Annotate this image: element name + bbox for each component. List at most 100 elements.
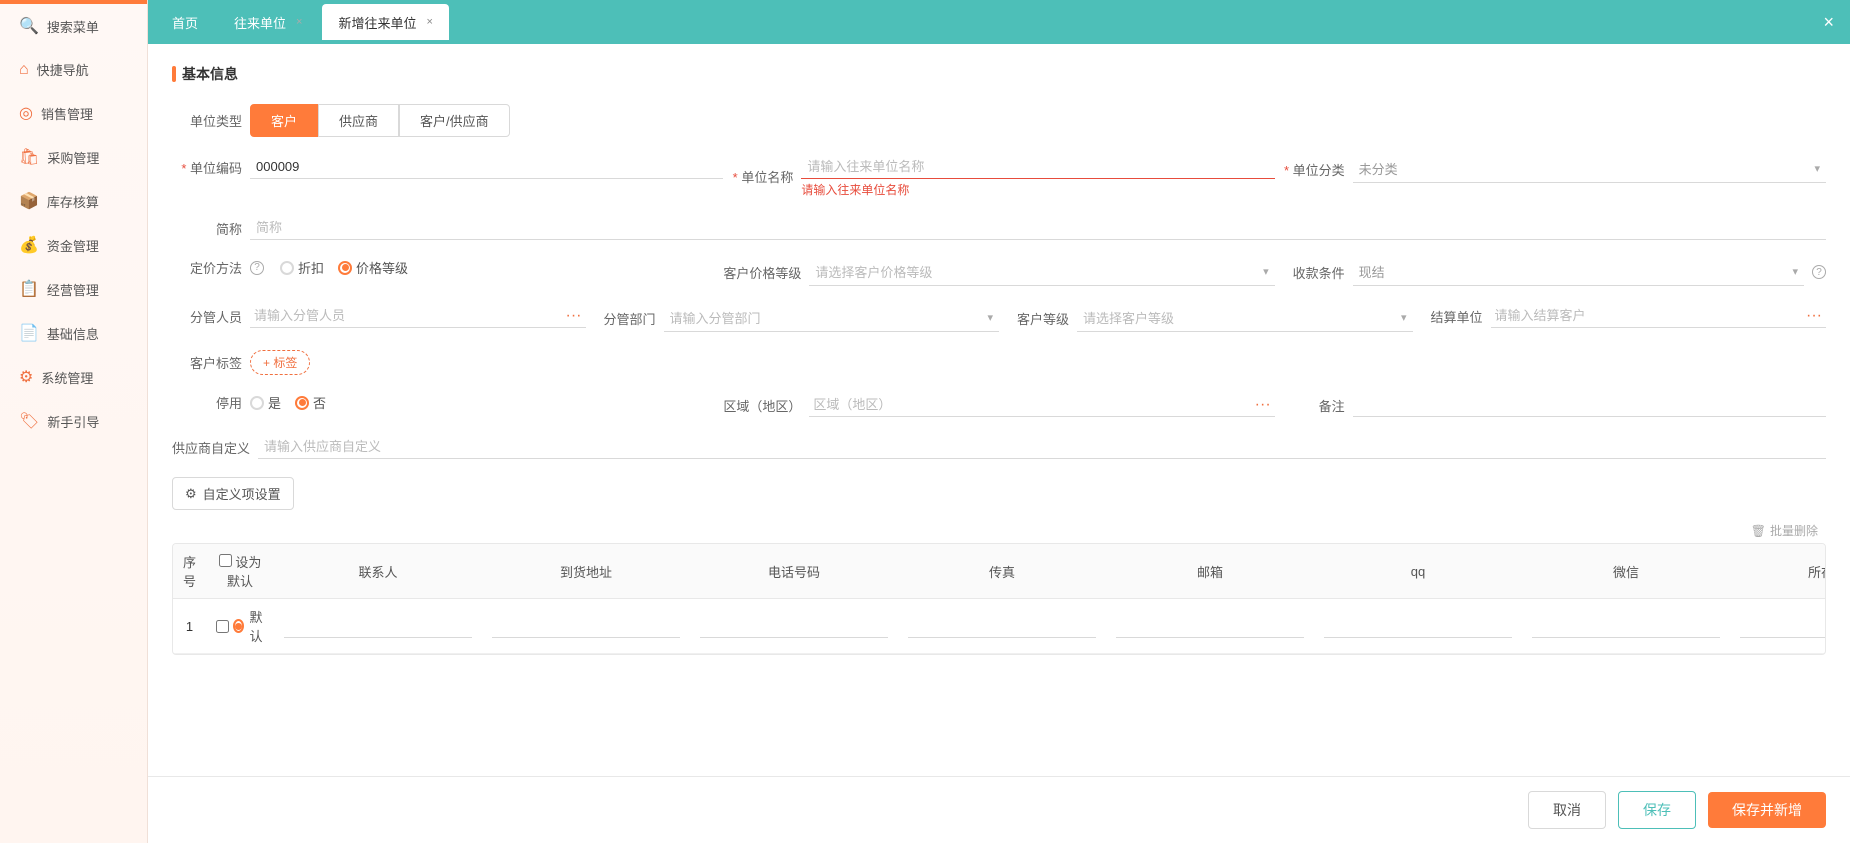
batch-delete-icon: 🗑 [1751,524,1766,538]
gear-icon: ⚙ [185,486,197,502]
table-row: 1 默认 [173,599,1826,654]
customer-price-arrow: ▾ [1263,265,1269,278]
inventory-icon: 📦 [19,191,39,211]
region-table-input[interactable] [1740,614,1826,638]
unit-type-field: 单位类型 客户 供应商 客户/供应商 [172,104,1826,137]
payment-select[interactable]: 现结 ▾ [1353,258,1804,286]
contacts-table: 序号 设为默认 联系人 到货地址 电话号码 传真 邮箱 qq 微信 所在地区 操… [173,544,1826,654]
supervisor-input[interactable] [250,304,562,327]
sidebar-item-label: 新手引导 [47,412,99,431]
customer-price-label: 客户价格等级 [723,263,801,282]
supervisor-dots-btn[interactable]: ··· [562,307,586,325]
qq-input[interactable] [1324,614,1512,638]
supplier-custom-field: 供应商自定义 [172,435,1826,459]
sidebar-item-operations[interactable]: 📋 经营管理 [0,267,147,311]
remark-input[interactable] [1353,393,1826,417]
sidebar-item-system[interactable]: ⚙ 系统管理 [0,355,147,399]
pricing-radio-level[interactable]: 价格等级 [338,258,408,277]
unit-type-label: 单位类型 [172,111,242,130]
wechat-input[interactable] [1532,614,1720,638]
phone-input[interactable] [700,614,888,638]
tab-new-partner[interactable]: 新增往来单位 × [322,4,448,40]
settlement-dots-btn[interactable]: ··· [1802,307,1826,325]
main-area: 首页 往来单位 × 新增往来单位 × × 基本信息 单位类型 客户 供应商 客户… [148,0,1850,843]
payment-label: 收款条件 [1275,263,1345,282]
guide-icon: 🏷 [19,411,39,431]
cell-phone [690,599,898,654]
sidebar-item-search[interactable]: 🔍 搜索菜单 [0,4,147,48]
pricing-help-icon[interactable]: ? [250,261,264,275]
unit-code-label: 单位编码 [172,158,242,177]
sidebar-item-sales[interactable]: ◎ 销售管理 [0,91,147,135]
customer-level-placeholder: 请选择客户等级 [1083,308,1401,327]
section-title-text: 基本信息 [182,64,238,84]
region-dots-btn[interactable]: ··· [1251,396,1275,414]
customer-price-field: 客户价格等级 请选择客户价格等级 ▾ [723,258,1274,286]
disable-no-circle [295,396,309,410]
unit-category-select[interactable]: 未分类 ▾ [1353,155,1826,183]
payment-help-icon[interactable]: ? [1812,265,1826,279]
pricing-radio-level-circle [338,261,352,275]
customer-level-select[interactable]: 请选择客户等级 ▾ [1077,304,1413,332]
dept-select[interactable]: 请输入分管部门 ▾ [664,304,1000,332]
pricing-label: 定价方法 [172,258,242,277]
batch-delete-area[interactable]: 🗑 批量删除 [172,522,1826,539]
cell-email [1106,599,1314,654]
fax-input[interactable] [908,614,1096,638]
finance-icon: 💰 [19,235,39,255]
remark-field: 备注 [1275,393,1826,417]
address-input[interactable] [492,614,680,638]
sidebar-item-inventory[interactable]: 📦 库存核算 [0,179,147,223]
tab-home[interactable]: 首页 [156,4,214,40]
sidebar-item-label: 采购管理 [47,148,99,167]
sidebar-item-basic[interactable]: 📄 基础信息 [0,311,147,355]
tab-partners-close[interactable]: × [296,16,302,28]
save-button[interactable]: 保存 [1618,791,1696,829]
unit-type-btn-supplier[interactable]: 供应商 [318,104,399,137]
region-input[interactable] [809,393,1250,416]
sidebar-item-finance[interactable]: 💰 资金管理 [0,223,147,267]
sidebar-item-purchase[interactable]: 🛍 采购管理 [0,135,147,179]
window-close-button[interactable]: × [1815,8,1842,37]
tab-home-label: 首页 [172,13,198,32]
batch-delete-label: 批量删除 [1770,522,1818,539]
sidebar-item-label: 库存核算 [47,192,99,211]
unit-code-input[interactable] [250,155,723,179]
cancel-button[interactable]: 取消 [1528,791,1606,829]
email-input[interactable] [1116,614,1304,638]
home-icon: ⌂ [19,61,29,79]
tab-partners[interactable]: 往来单位 × [218,4,318,40]
customer-tag-label: 客户标签 [172,353,242,372]
tag-add-button[interactable]: + 标签 [250,350,310,375]
search-icon: 🔍 [19,16,39,36]
disable-radio-group: 是 否 [250,393,326,412]
custom-settings-button[interactable]: ⚙ 自定义项设置 [172,477,294,510]
pricing-field: 定价方法 ? 折扣 价格等级 [172,258,723,277]
disable-no-radio[interactable]: 否 [295,393,326,412]
sidebar-item-guide[interactable]: 🏷 新手引导 [0,399,147,443]
short-name-input[interactable] [250,216,1826,240]
unit-type-btn-both[interactable]: 客户/供应商 [399,104,510,137]
sales-icon: ◎ [19,103,33,123]
sidebar: 🔍 搜索菜单 ⌂ 快捷导航 ◎ 销售管理 🛍 采购管理 📦 库存核算 💰 资金管… [0,0,148,843]
remark-label: 备注 [1275,396,1345,415]
tab-new-partner-close[interactable]: × [426,16,432,28]
cell-qq [1314,599,1522,654]
disable-yes-radio[interactable]: 是 [250,393,281,412]
row-checkbox[interactable] [216,620,229,633]
contact-input[interactable] [284,614,472,638]
unit-type-btn-customer[interactable]: 客户 [250,104,318,137]
pricing-radio-discount[interactable]: 折扣 [280,258,324,277]
default-radio-item[interactable]: 默认 [233,607,264,645]
customer-price-select[interactable]: 请选择客户价格等级 ▾ [809,258,1274,286]
select-all-checkbox[interactable] [219,554,232,567]
cell-address [482,599,690,654]
unit-name-input[interactable] [801,155,1274,179]
sidebar-item-quicknav[interactable]: ⌂ 快捷导航 [0,48,147,91]
save-add-button[interactable]: 保存并新增 [1708,792,1826,828]
sidebar-item-label: 经营管理 [47,280,99,299]
supplier-custom-input[interactable] [258,435,1826,459]
disable-row: 停用 是 否 区域（地区） ··· [172,393,1826,417]
settlement-input[interactable] [1491,304,1803,327]
cell-fax [898,599,1106,654]
